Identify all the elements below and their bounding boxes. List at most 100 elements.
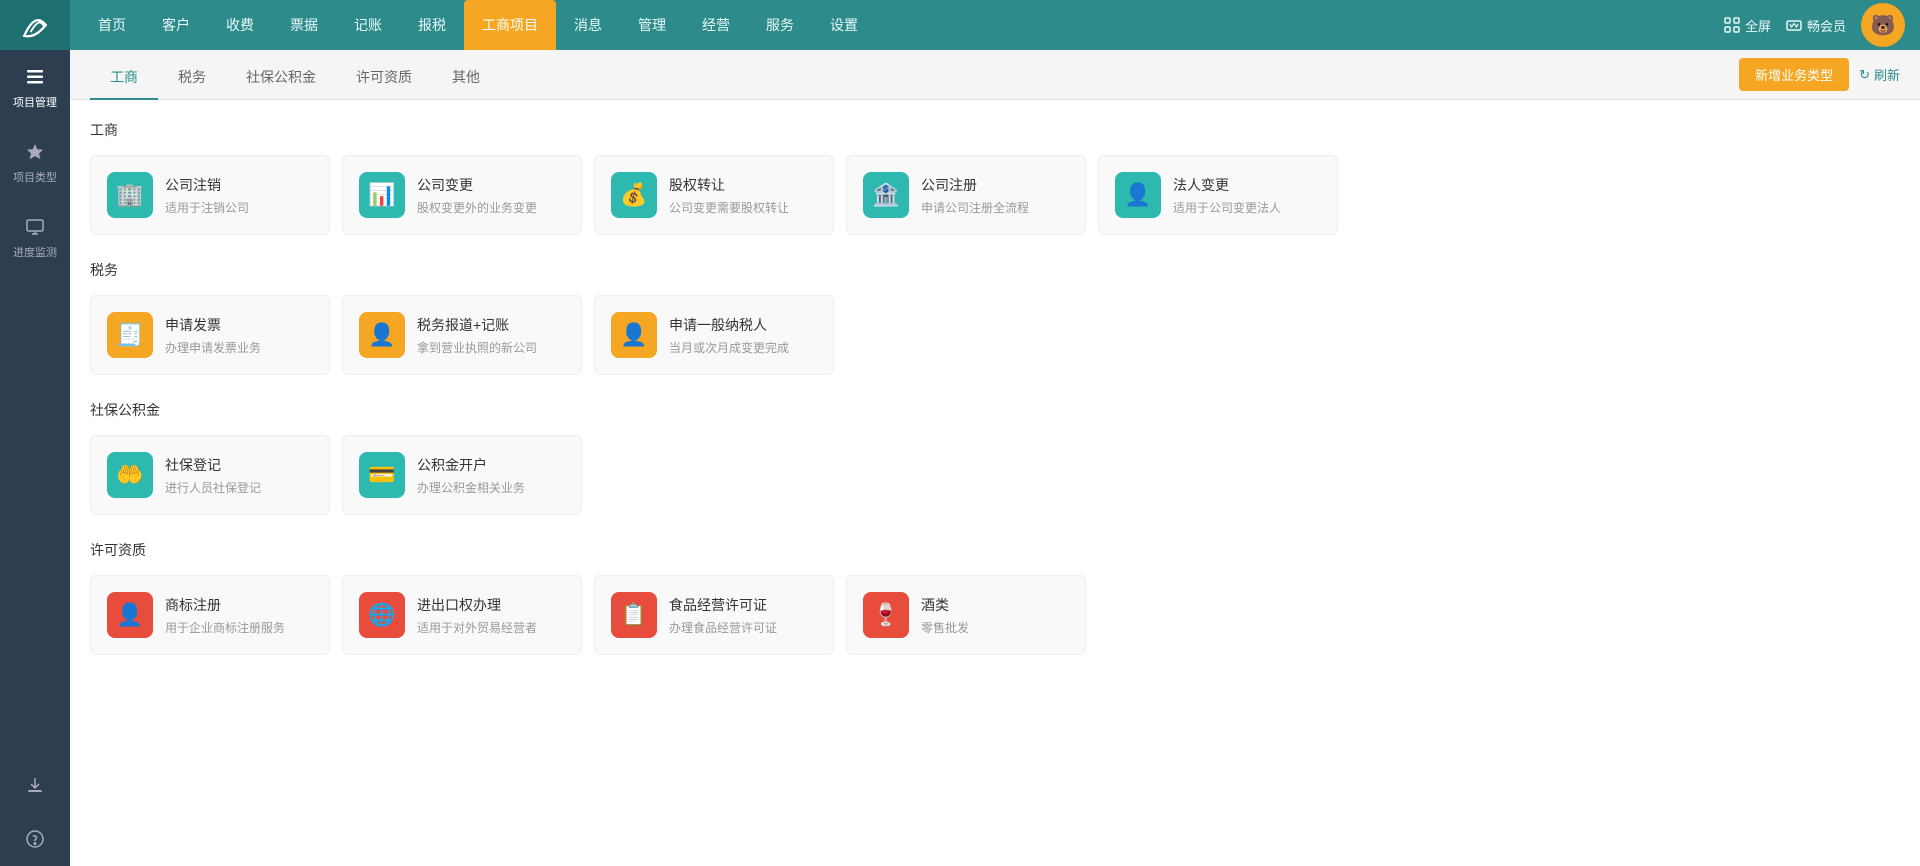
- card-text: 商标注册用于企业商标注册服务: [165, 595, 285, 636]
- nav-item-消息[interactable]: 消息: [556, 0, 620, 50]
- card-text: 进出口权办理适用于对外贸易经营者: [417, 595, 537, 636]
- card-icon: 👤: [107, 592, 153, 638]
- service-card[interactable]: 📊 公司变更股权变更外的业务变更: [342, 155, 582, 235]
- new-type-button[interactable]: 新增业务类型: [1739, 58, 1849, 91]
- card-icon: 💰: [611, 172, 657, 218]
- card-text: 股权转让公司变更需要股权转让: [669, 175, 789, 216]
- nav-right: 全屏 畅会员 🐻: [1724, 3, 1920, 47]
- help-icon: [23, 827, 47, 851]
- mascot-avatar: 🐻: [1861, 3, 1905, 47]
- service-card[interactable]: 📋食品经营许可证办理食品经营许可证: [594, 575, 834, 655]
- service-card[interactable]: 👤法人变更适用于公司变更法人: [1098, 155, 1338, 235]
- card-icon: 📊: [359, 172, 405, 218]
- tab-社保公积金[interactable]: 社保公积金: [226, 56, 336, 100]
- sidebar-bottom: [0, 758, 70, 866]
- service-card[interactable]: 👤 商标注册用于企业商标注册服务: [90, 575, 330, 655]
- card-desc: 公司变更需要股权转让: [669, 199, 789, 216]
- cards-grid: 👤 商标注册用于企业商标注册服务 🌐进出口权办理适用于对外贸易经营者 📋 食品经营许可证…: [90, 575, 1900, 655]
- service-card[interactable]: 🧾申请发票办理申请发票业务: [90, 295, 330, 375]
- card-icon: 🏦: [863, 172, 909, 218]
- card-icon: 👤: [359, 312, 405, 358]
- sidebar-item-project-type[interactable]: 项目类型: [0, 125, 70, 200]
- card-text: 申请一般纳税人当月或次月成变更完成: [669, 315, 789, 356]
- nav-item-记账[interactable]: 记账: [336, 0, 400, 50]
- card-text: 公司变更股权变更外的业务变更: [417, 175, 537, 216]
- sidebar-item-download[interactable]: [0, 758, 70, 812]
- section-工商: 工商 🏢公司注销适用于注销公司 📊 公司变更股权变更外的业务变更 💰 股权转让公司变更需要…: [90, 120, 1900, 235]
- nav-item-收费[interactable]: 收费: [208, 0, 272, 50]
- card-desc: 适用于公司变更法人: [1173, 199, 1281, 216]
- card-text: 公积金开户办理公积金相关业务: [417, 455, 525, 496]
- card-desc: 零售批发: [921, 619, 969, 636]
- tab-工商[interactable]: 工商: [90, 56, 158, 100]
- nav-item-设置[interactable]: 设置: [812, 0, 876, 50]
- card-title: 食品经营许可证: [669, 595, 777, 615]
- card-icon: 💳: [359, 452, 405, 498]
- nav-item-票据[interactable]: 票据: [272, 0, 336, 50]
- tab-许可资质[interactable]: 许可资质: [336, 56, 432, 100]
- nav-item-工商项目[interactable]: 工商项目: [464, 0, 556, 50]
- section-title: 税务: [90, 260, 1900, 280]
- card-desc: 用于企业商标注册服务: [165, 619, 285, 636]
- service-card[interactable]: 🏦公司注册申请公司注册全流程: [846, 155, 1086, 235]
- nav-item-客户[interactable]: 客户: [144, 0, 208, 50]
- card-desc: 办理公积金相关业务: [417, 479, 525, 496]
- refresh-button[interactable]: ↻ 刷新: [1859, 65, 1900, 84]
- tabs-bar: 工商税务社保公积金许可资质其他 新增业务类型 ↻ 刷新: [70, 50, 1920, 100]
- service-card[interactable]: 🌐进出口权办理适用于对外贸易经营者: [342, 575, 582, 655]
- sidebar-item-project-management[interactable]: 项目管理: [0, 50, 70, 125]
- section-title: 工商: [90, 120, 1900, 140]
- card-title: 社保登记: [165, 455, 261, 475]
- service-card[interactable]: 👤 税务报道+记账拿到营业执照的新公司: [342, 295, 582, 375]
- nav-item-管理[interactable]: 管理: [620, 0, 684, 50]
- card-title: 申请发票: [165, 315, 261, 335]
- section-社保公积金: 社保公积金🤲社保登记进行人员社保登记💳公积金开户办理公积金相关业务: [90, 400, 1900, 515]
- sidebar-item-progress-monitor[interactable]: 进度监测: [0, 200, 70, 275]
- card-text: 酒类零售批发: [921, 595, 969, 636]
- section-税务: 税务🧾申请发票办理申请发票业务👤税务报道+记账拿到营业执照的新公司👤申请一般纳税…: [90, 260, 1900, 375]
- sidebar-label-progress: 进度监测: [13, 244, 57, 260]
- service-card[interactable]: 💳 公积金开户办理公积金相关业务: [342, 435, 582, 515]
- card-desc: 股权变更外的业务变更: [417, 199, 537, 216]
- service-card[interactable]: 🍷酒类零售批发: [846, 575, 1086, 655]
- star-icon: [23, 140, 47, 164]
- section-许可资质: 许可资质👤商标注册用于企业商标注册服务🌐进出口权办理适用于对外贸易经营者📋食品经…: [90, 540, 1900, 655]
- service-card[interactable]: 🏢公司注销适用于注销公司: [90, 155, 330, 235]
- content-area: 工商税务社保公积金许可资质其他 新增业务类型 ↻ 刷新 工商🏢公司注销适用于注销…: [70, 50, 1920, 866]
- top-navigation: 首页客户收费票据记账报税工商项目消息管理经营服务设置 全屏 畅会员 🐻: [0, 0, 1920, 50]
- card-text: 税务报道+记账拿到营业执照的新公司: [417, 315, 537, 356]
- card-title: 酒类: [921, 595, 969, 615]
- fullscreen-button[interactable]: 全屏: [1724, 16, 1771, 35]
- nav-item-经营[interactable]: 经营: [684, 0, 748, 50]
- card-desc: 适用于注销公司: [165, 199, 249, 216]
- service-card[interactable]: 🤲社保登记进行人员社保登记: [90, 435, 330, 515]
- card-text: 法人变更适用于公司变更法人: [1173, 175, 1281, 216]
- card-desc: 当月或次月成变更完成: [669, 339, 789, 356]
- nav-item-服务[interactable]: 服务: [748, 0, 812, 50]
- service-card[interactable]: 👤申请一般纳税人当月或次月成变更完成: [594, 295, 834, 375]
- card-desc: 适用于对外贸易经营者: [417, 619, 537, 636]
- main-layout: 项目管理 项目类型 进度监测: [0, 50, 1920, 866]
- scroll-content[interactable]: 工商 🏢公司注销适用于注销公司 📊 公司变更股权变更外的业务变更 💰 股权转让公司变更需要…: [70, 100, 1920, 866]
- vip-button[interactable]: 畅会员: [1786, 16, 1846, 35]
- service-card[interactable]: 💰 股权转让公司变更需要股权转让: [594, 155, 834, 235]
- card-title: 进出口权办理: [417, 595, 537, 615]
- card-desc: 进行人员社保登记: [165, 479, 261, 496]
- card-icon: 📋: [611, 592, 657, 638]
- tab-税务[interactable]: 税务: [158, 56, 226, 100]
- card-title: 法人变更: [1173, 175, 1281, 195]
- sidebar-item-help[interactable]: [0, 812, 70, 866]
- card-text: 申请发票办理申请发票业务: [165, 315, 261, 356]
- nav-item-首页[interactable]: 首页: [80, 0, 144, 50]
- cards-grid: 🧾申请发票办理申请发票业务👤税务报道+记账拿到营业执照的新公司👤申请一般纳税人当…: [90, 295, 1900, 375]
- nav-items: 首页客户收费票据记账报税工商项目消息管理经营服务设置: [70, 0, 1724, 50]
- tab-其他[interactable]: 其他: [432, 56, 500, 100]
- cards-grid: 🏢公司注销适用于注销公司 📊 公司变更股权变更外的业务变更 💰 股权转让公司变更需要股权…: [90, 155, 1900, 235]
- download-icon: [23, 773, 47, 797]
- refresh-icon: ↻: [1859, 67, 1870, 83]
- card-text: 社保登记进行人员社保登记: [165, 455, 261, 496]
- sidebar-label-project-management: 项目管理: [13, 94, 57, 110]
- card-text: 公司注销适用于注销公司: [165, 175, 249, 216]
- card-desc: 办理申请发票业务: [165, 339, 261, 356]
- nav-item-报税[interactable]: 报税: [400, 0, 464, 50]
